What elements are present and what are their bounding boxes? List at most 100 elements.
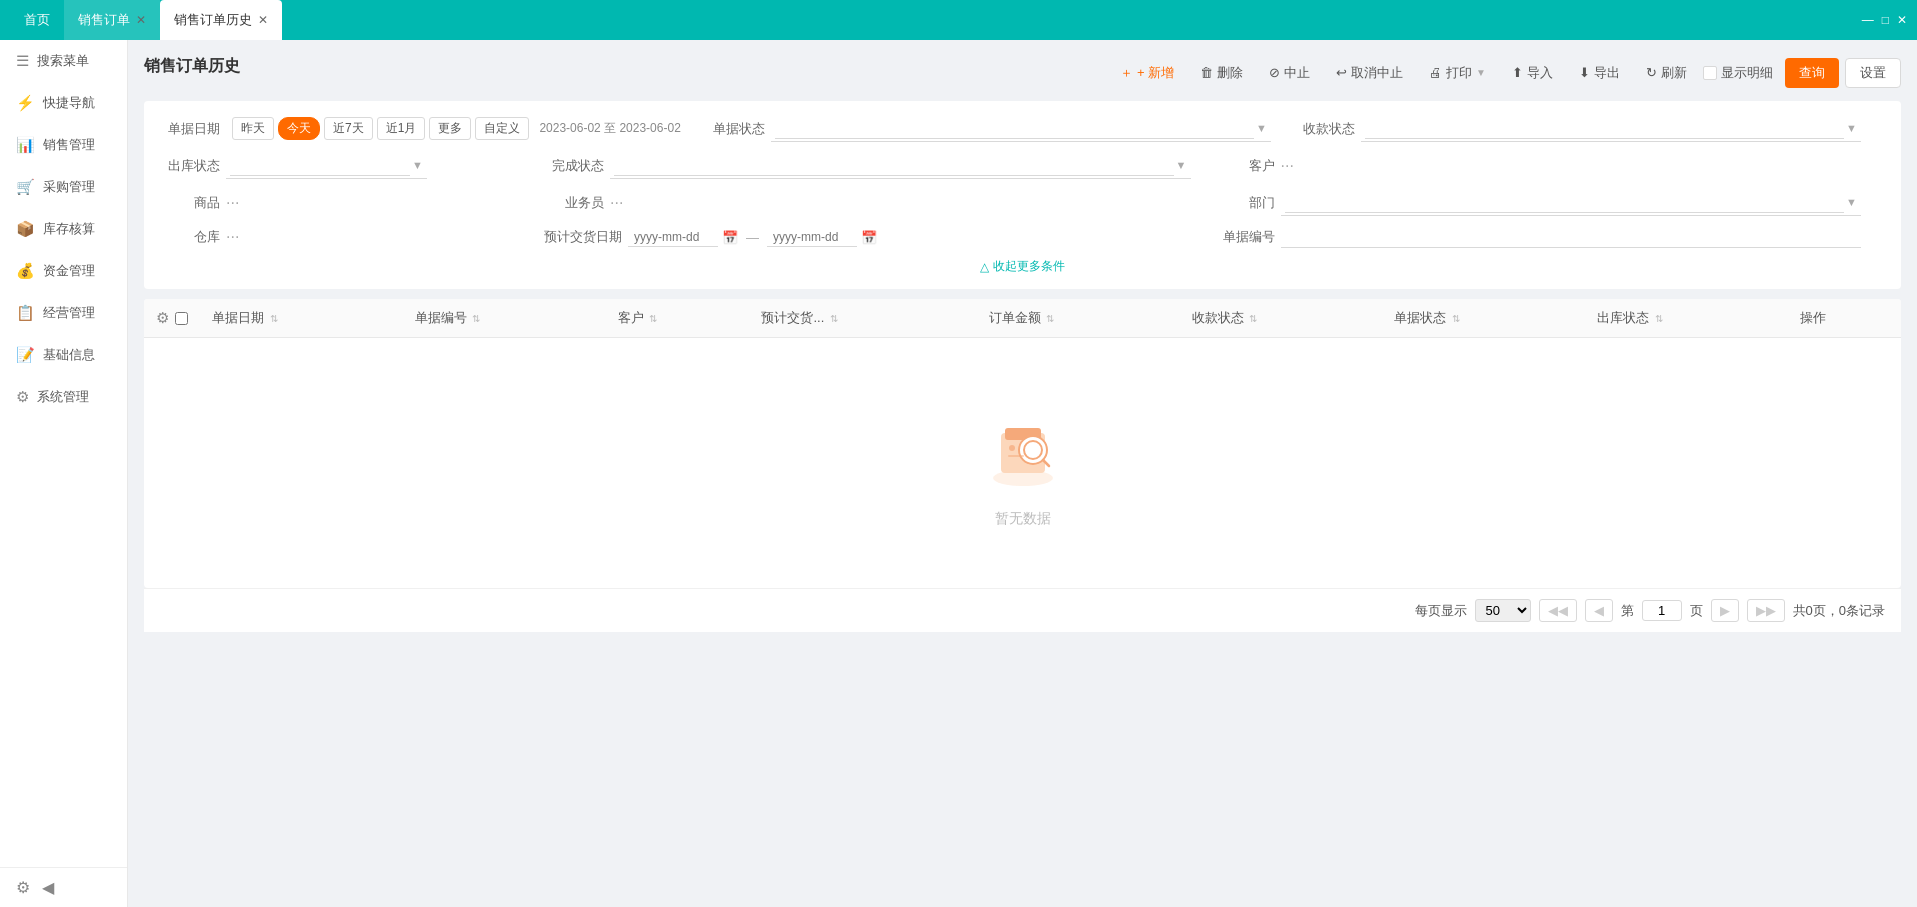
sidebar-item-sales[interactable]: 📊 销售管理 xyxy=(0,124,127,166)
th-action-label: 操作 xyxy=(1800,310,1826,325)
completion-status-select-wrap[interactable]: ▼ xyxy=(610,152,1191,179)
stop-icon: ⊘ xyxy=(1269,65,1280,80)
th-receipt-status[interactable]: 收款状态 ⇅ xyxy=(1180,299,1383,338)
th-settings: ⚙ xyxy=(144,299,200,338)
delete-button[interactable]: 🗑 删除 xyxy=(1190,59,1253,87)
tab-sales-order-close[interactable]: ✕ xyxy=(136,13,146,27)
warehouse-label: 仓库 xyxy=(160,228,220,246)
next-page-button[interactable]: ▶ xyxy=(1711,599,1739,622)
sidebar-item-finance[interactable]: 💰 资金管理 xyxy=(0,250,127,292)
svg-point-6 xyxy=(1009,445,1015,451)
department-select-wrap[interactable]: ▼ xyxy=(1281,189,1862,216)
prev-page-button[interactable]: ◀ xyxy=(1585,599,1613,622)
select-all-checkbox[interactable] xyxy=(175,312,188,325)
page-input[interactable] xyxy=(1642,600,1682,621)
order-status-select-wrap[interactable]: ▼ xyxy=(771,115,1271,142)
filter-receipt-status-item: 收款状态 ▼ xyxy=(1295,115,1861,142)
tab-home-label: 首页 xyxy=(24,11,50,29)
order-status-select[interactable] xyxy=(775,117,1254,139)
new-button[interactable]: ＋ + 新增 xyxy=(1110,59,1184,87)
order-number-input[interactable] xyxy=(1281,226,1862,248)
th-outbound-status[interactable]: 出库状态 ⇅ xyxy=(1585,299,1788,338)
sidebar-item-system[interactable]: ⚙ 系统管理 xyxy=(0,376,127,418)
date-btn-7days[interactable]: 近7天 xyxy=(324,117,373,140)
import-button[interactable]: ⬆ 导入 xyxy=(1502,59,1563,87)
filter-warehouse-item: 仓库 ··· xyxy=(160,228,520,246)
print-button[interactable]: 🖨 打印 ▼ xyxy=(1419,59,1496,87)
th-receipt-status-sort-icon: ⇅ xyxy=(1249,313,1257,324)
tab-home[interactable]: 首页 xyxy=(10,0,64,40)
th-order-status[interactable]: 单据状态 ⇅ xyxy=(1382,299,1585,338)
date-btn-yesterday[interactable]: 昨天 xyxy=(232,117,274,140)
import-label: 导入 xyxy=(1527,64,1553,82)
table-settings-icon[interactable]: ⚙ xyxy=(156,309,169,327)
th-date[interactable]: 单据日期 ⇅ xyxy=(200,299,403,338)
date-btn-1month[interactable]: 近1月 xyxy=(377,117,426,140)
tab-sales-order-history[interactable]: 销售订单历史 ✕ xyxy=(160,0,282,40)
tab-sales-order[interactable]: 销售订单 ✕ xyxy=(64,0,160,40)
pagination-bar: 每页显示 10 20 50 100 ◀◀ ◀ 第 页 ▶ ▶▶ 共0页，0条记录 xyxy=(144,588,1901,632)
window-minimize[interactable]: — xyxy=(1862,13,1874,27)
search-button[interactable]: 查询 xyxy=(1785,58,1839,88)
th-amount-label: 订单金额 xyxy=(989,310,1041,325)
system-icon: ⚙ xyxy=(16,388,29,406)
window-maximize[interactable]: □ xyxy=(1882,13,1889,27)
stop-button[interactable]: ⊘ 中止 xyxy=(1259,59,1320,87)
th-number[interactable]: 单据编号 ⇅ xyxy=(403,299,606,338)
expected-delivery-end[interactable] xyxy=(767,228,857,247)
th-amount[interactable]: 订单金额 ⇅ xyxy=(977,299,1180,338)
date-btn-more[interactable]: 更多 xyxy=(429,117,471,140)
calendar-end-icon[interactable]: 📅 xyxy=(861,230,877,245)
window-close[interactable]: ✕ xyxy=(1897,13,1907,27)
tab-sales-order-history-close[interactable]: ✕ xyxy=(258,13,268,27)
sidebar-collapse-icon[interactable]: ◀ xyxy=(42,878,54,897)
total-label: 共0页，0条记录 xyxy=(1793,602,1885,620)
th-expected-delivery[interactable]: 预计交货... ⇅ xyxy=(749,299,976,338)
th-date-label: 单据日期 xyxy=(212,310,264,325)
empty-text: 暂无数据 xyxy=(995,510,1051,528)
collapse-row[interactable]: △ 收起更多条件 xyxy=(160,258,1885,275)
warehouse-ellipsis[interactable]: ··· xyxy=(226,229,239,245)
sales-person-ellipsis[interactable]: ··· xyxy=(610,195,623,211)
date-range: 2023-06-02 至 2023-06-02 xyxy=(539,120,680,137)
sidebar-item-inventory[interactable]: 📦 库存核算 xyxy=(0,208,127,250)
completion-status-select[interactable] xyxy=(614,154,1174,176)
sidebar-item-search-menu[interactable]: ☰ 搜索菜单 xyxy=(0,40,127,82)
refresh-label: 刷新 xyxy=(1661,64,1687,82)
expected-delivery-start[interactable] xyxy=(628,228,718,247)
date-btn-custom[interactable]: 自定义 xyxy=(475,117,529,140)
sidebar-item-purchase[interactable]: 🛒 采购管理 xyxy=(0,166,127,208)
show-detail-checkbox[interactable] xyxy=(1703,66,1717,80)
goods-ellipsis[interactable]: ··· xyxy=(226,195,239,211)
th-customer[interactable]: 客户 ⇅ xyxy=(606,299,750,338)
receipt-status-dropdown-icon: ▼ xyxy=(1846,122,1857,134)
date-btn-today[interactable]: 今天 xyxy=(278,117,320,140)
receipt-status-select-wrap[interactable]: ▼ xyxy=(1361,115,1861,142)
page-size-select[interactable]: 10 20 50 100 xyxy=(1475,599,1531,622)
sidebar-settings-icon[interactable]: ⚙ xyxy=(16,878,30,897)
outbound-status-select[interactable] xyxy=(230,154,410,176)
first-page-button[interactable]: ◀◀ xyxy=(1539,599,1577,622)
th-number-label: 单据编号 xyxy=(415,310,467,325)
main-layout: ☰ 搜索菜单 ⚡ 快捷导航 📊 销售管理 🛒 采购管理 📦 库存核算 💰 资金管… xyxy=(0,40,1917,907)
go-to-label: 第 xyxy=(1621,602,1634,620)
th-order-status-label: 单据状态 xyxy=(1394,310,1446,325)
export-button[interactable]: ⬇ 导出 xyxy=(1569,59,1630,87)
outbound-status-select-wrap[interactable]: ▼ xyxy=(226,152,427,179)
expected-delivery-inputs: 📅 — 📅 xyxy=(628,228,877,247)
sidebar-item-basic-info[interactable]: 📝 基础信息 xyxy=(0,334,127,376)
customer-ellipsis[interactable]: ··· xyxy=(1281,158,1294,174)
sidebar-item-operation[interactable]: 📋 经营管理 xyxy=(0,292,127,334)
new-icon: ＋ xyxy=(1120,64,1133,82)
purchase-icon: 🛒 xyxy=(16,178,35,196)
settings-button[interactable]: 设置 xyxy=(1845,58,1901,88)
calendar-start-icon[interactable]: 📅 xyxy=(722,230,738,245)
cancel-stop-button[interactable]: ↩ 取消中止 xyxy=(1326,59,1413,87)
export-label: 导出 xyxy=(1594,64,1620,82)
department-select[interactable] xyxy=(1285,191,1845,213)
last-page-button[interactable]: ▶▶ xyxy=(1747,599,1785,622)
refresh-button[interactable]: ↻ 刷新 xyxy=(1636,59,1697,87)
sidebar-item-quick-nav[interactable]: ⚡ 快捷导航 xyxy=(0,82,127,124)
top-bar: 首页 销售订单 ✕ 销售订单历史 ✕ — □ ✕ xyxy=(0,0,1917,40)
receipt-status-select[interactable] xyxy=(1365,117,1844,139)
